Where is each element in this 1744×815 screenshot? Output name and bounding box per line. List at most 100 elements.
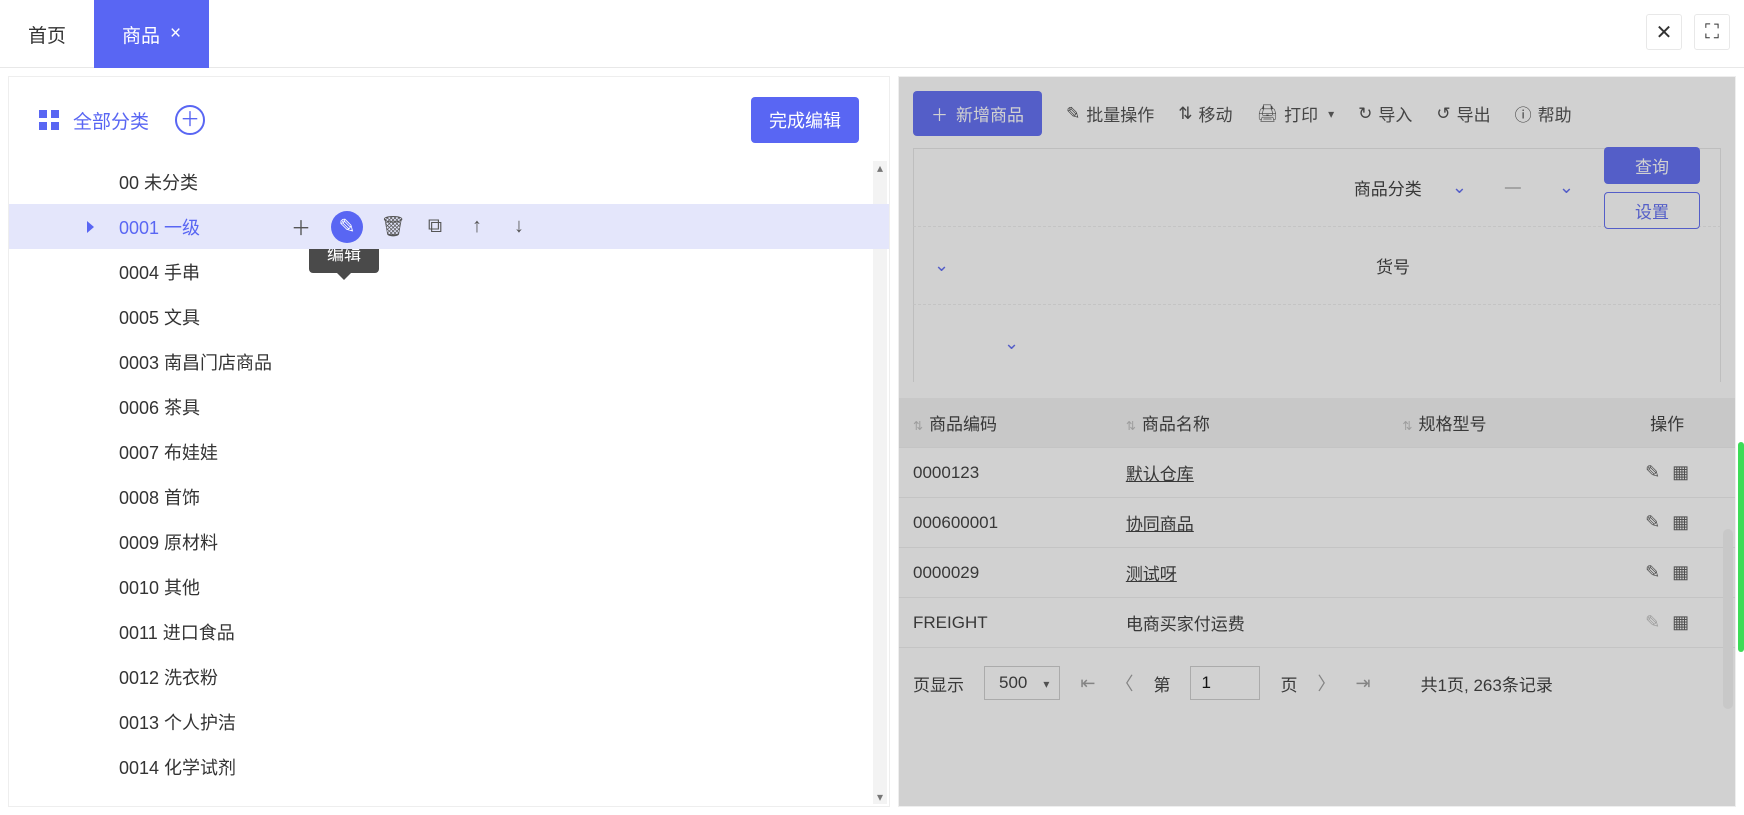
tree-node-label: 0003 南昌门店商品 <box>99 349 272 375</box>
batch-ops-button[interactable]: ✎ 批量操作 <box>1066 101 1154 126</box>
row-more-icon[interactable]: ▦ <box>1672 512 1689 533</box>
tree-node[interactable]: 0007 布娃娃 <box>9 429 889 474</box>
tree-node[interactable]: 0013 个人护洁 <box>9 699 889 744</box>
cell-name[interactable]: 默认仓库 <box>1126 465 1194 484</box>
help-label: 帮助 <box>1538 101 1572 126</box>
row-edit-icon: ✎ <box>1645 612 1660 633</box>
cell-code: FREIGHT <box>899 598 1112 648</box>
tree-node[interactable]: 0005 文具 <box>9 294 889 339</box>
add-child-button[interactable]: ＋ <box>289 215 313 239</box>
tree-node-label: 0006 茶具 <box>99 394 200 420</box>
per-page-select[interactable]: 500 ▾ <box>984 666 1060 700</box>
move-up-button[interactable]: ↑ <box>465 215 489 239</box>
print-label: 打印 <box>1284 101 1318 126</box>
edit-button[interactable]: ✎ <box>331 211 363 243</box>
table-row[interactable]: 0000029测试呀✎▦ <box>899 548 1735 598</box>
range-dash: — <box>1505 179 1521 197</box>
pager-first[interactable]: ⇤ <box>1080 673 1095 694</box>
move-button[interactable]: ⇅ 移动 <box>1178 101 1232 126</box>
table-row[interactable]: 0000123 默认仓库 ✎ ▦ <box>899 448 1735 498</box>
cell-spec <box>1388 448 1599 498</box>
category-panel: 全部分类 ＋ 完成编辑 编辑 ▴ ▾ 00 未分类0001 一级＋✎🗑⧉↑↓00… <box>8 76 890 807</box>
filter-row-3: ⌄ <box>913 304 1721 382</box>
export-button[interactable]: ↺ 导出 <box>1436 101 1490 126</box>
cell-op: ✎▦ <box>1599 598 1735 648</box>
page-input[interactable] <box>1190 666 1260 700</box>
row-edit-icon[interactable]: ✎ <box>1645 562 1660 583</box>
tree-node[interactable]: 0009 原材料 <box>9 519 889 564</box>
page-label-after: 页 <box>1280 671 1297 696</box>
help-button[interactable]: ⓘ 帮助 <box>1515 101 1572 126</box>
close-all-tabs-button[interactable]: ✕ <box>1646 14 1682 50</box>
cell-name[interactable]: 测试呀 <box>1126 565 1177 584</box>
all-categories-label[interactable]: 全部分类 <box>73 107 149 134</box>
tab-home[interactable]: 首页 <box>0 0 94 68</box>
tree-node-label: 0007 布娃娃 <box>99 439 218 465</box>
table-row[interactable]: FREIGHT电商买家付运费✎▦ <box>899 598 1735 648</box>
import-button[interactable]: ↻ 导入 <box>1358 101 1412 126</box>
print-button[interactable]: 🖨 打印 ▾ <box>1257 101 1335 126</box>
page-label-before: 第 <box>1153 671 1170 696</box>
tree-node[interactable]: 0011 进口食品 <box>9 609 889 654</box>
tree-node[interactable]: 0003 南昌门店商品 <box>9 339 889 384</box>
cell-code: 000600001 <box>899 498 1112 548</box>
table-scrollbar[interactable] <box>1723 529 1733 709</box>
pager-prev[interactable]: 〈 <box>1115 670 1133 696</box>
tree-node-label: 0005 文具 <box>99 304 200 330</box>
delete-button[interactable]: 🗑 <box>381 215 405 239</box>
tab-product[interactable]: 商品 × <box>94 0 209 68</box>
pager-next[interactable]: 〉 <box>1317 670 1335 696</box>
add-product-label: 新增商品 <box>956 101 1024 126</box>
chevron-down-icon: ▾ <box>1043 677 1049 691</box>
col-code[interactable]: ⇅商品编码 <box>899 398 1112 448</box>
close-icon[interactable]: × <box>170 23 181 45</box>
caret-right-icon[interactable] <box>87 221 94 233</box>
chevron-down-icon[interactable]: ⌄ <box>1004 333 1019 354</box>
row-more-icon[interactable]: ▦ <box>1672 612 1689 633</box>
col-name[interactable]: ⇅商品名称 <box>1112 398 1389 448</box>
chevron-down-icon[interactable]: ⌄ <box>1452 177 1467 198</box>
tree-node[interactable]: 0012 洗衣粉 <box>9 654 889 699</box>
add-product-button[interactable]: ＋ 新增商品 <box>913 91 1042 136</box>
row-more-icon[interactable]: ▦ <box>1672 462 1689 483</box>
edge-indicator <box>1738 442 1744 652</box>
col-op: 操作 <box>1599 398 1735 448</box>
row-more-icon[interactable]: ▦ <box>1672 562 1689 583</box>
col-spec[interactable]: ⇅规格型号 <box>1388 398 1599 448</box>
product-toolbar: ＋ 新增商品 ✎ 批量操作 ⇅ 移动 🖨 打印 ▾ ↻ <box>899 77 1735 148</box>
tree-node[interactable]: 00 未分类 <box>9 159 889 204</box>
settings-button[interactable]: 设置 <box>1604 192 1700 229</box>
plus-icon: ＋ <box>931 101 948 126</box>
query-button[interactable]: 查询 <box>1604 147 1700 184</box>
row-edit-icon[interactable]: ✎ <box>1645 462 1660 483</box>
add-category-button[interactable]: ＋ <box>175 105 205 135</box>
grid-icon <box>39 110 59 130</box>
tree-node[interactable]: 0001 一级＋✎🗑⧉↑↓ <box>9 204 889 249</box>
move-down-button[interactable]: ↓ <box>507 215 531 239</box>
tree-node[interactable]: 0008 首饰 <box>9 474 889 519</box>
filter-sku-label: 货号 <box>1300 253 1410 278</box>
finish-edit-button[interactable]: 完成编辑 <box>751 97 859 143</box>
table-header-row: ⇅商品编码 ⇅商品名称 ⇅规格型号 操作 <box>899 398 1735 448</box>
table-row[interactable]: 000600001 协同商品 ✎ ▦ <box>899 498 1735 548</box>
tree-node[interactable]: 0004 手串 <box>9 249 889 294</box>
category-tree: 00 未分类0001 一级＋✎🗑⧉↑↓0004 手串0005 文具0003 南昌… <box>9 159 889 806</box>
chevron-down-icon[interactable]: ⌄ <box>934 255 949 276</box>
row-edit-icon[interactable]: ✎ <box>1645 512 1660 533</box>
product-table: ⇅商品编码 ⇅商品名称 ⇅规格型号 操作 0000123默认仓库✎▦000600… <box>899 398 1735 648</box>
cell-code: 0000123 <box>899 448 1112 498</box>
tab-product-label: 商品 <box>122 21 160 48</box>
pager-last[interactable]: ⇥ <box>1355 673 1370 694</box>
cell-spec <box>1388 498 1599 548</box>
cell-name[interactable]: 协同商品 <box>1126 515 1194 534</box>
print-icon: 🖨 <box>1257 104 1279 124</box>
merge-button[interactable]: ⧉ <box>423 215 447 239</box>
tab-bar: 首页 商品 × ✕ ⛶ <box>0 0 1744 68</box>
tree-node[interactable]: 0010 其他 <box>9 564 889 609</box>
chevron-down-icon[interactable]: ⌄ <box>1559 177 1574 198</box>
tree-node-label: 0010 其他 <box>99 574 200 600</box>
tree-node[interactable]: 0006 茶具 <box>9 384 889 429</box>
tree-node-label: 0013 个人护洁 <box>99 709 236 735</box>
tree-node[interactable]: 0014 化学试剂 <box>9 744 889 789</box>
fullscreen-button[interactable]: ⛶ <box>1694 14 1730 50</box>
